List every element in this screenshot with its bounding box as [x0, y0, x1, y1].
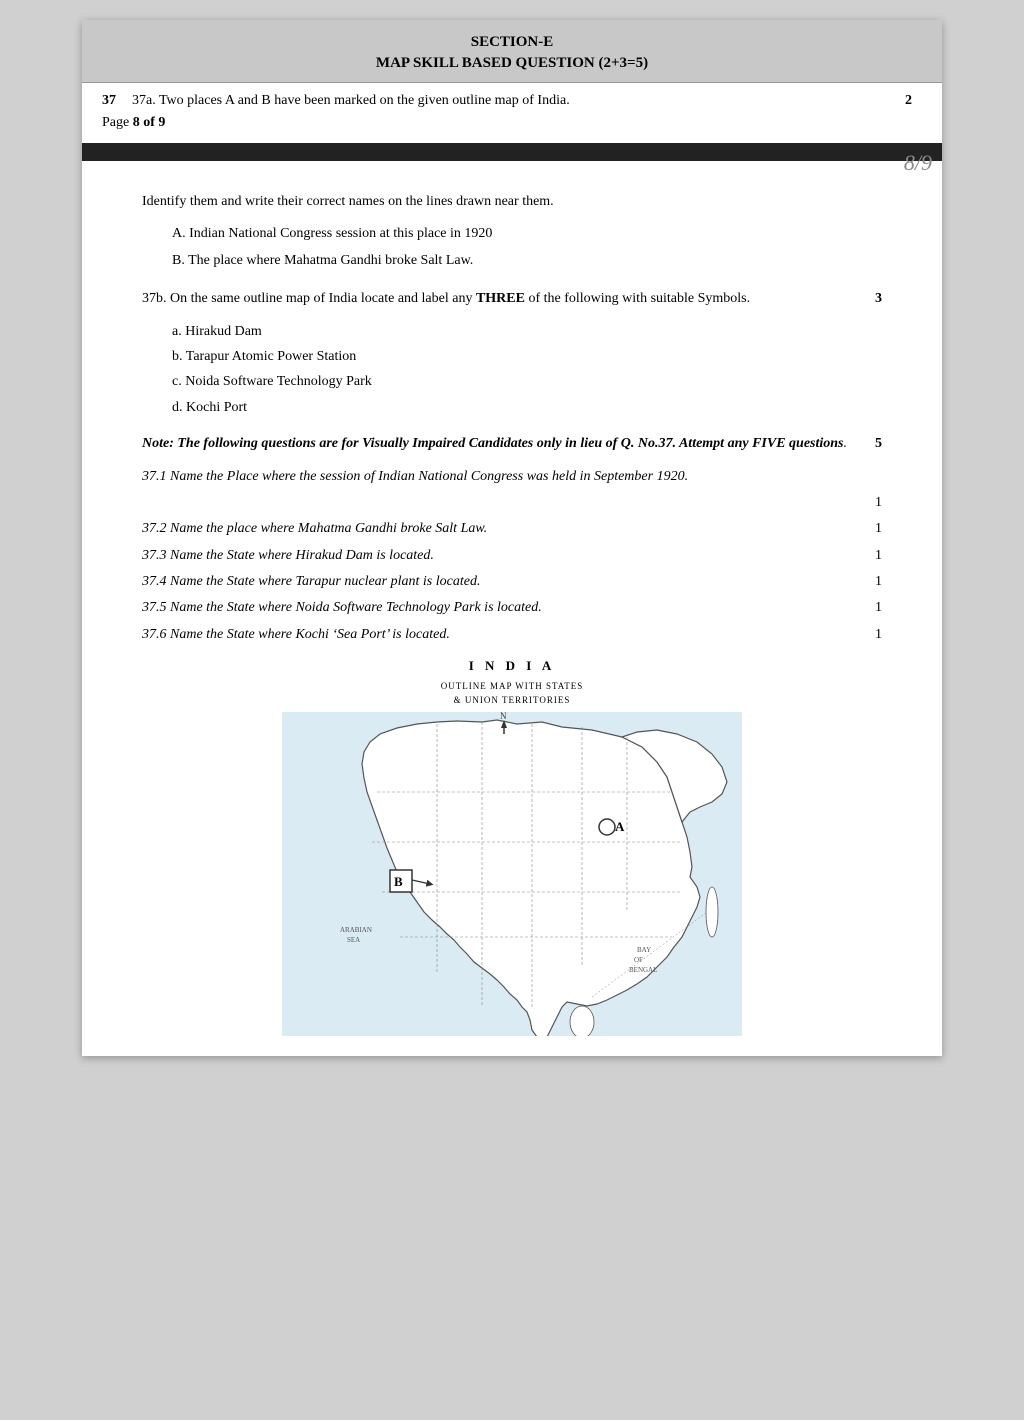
- section-title: SECTION-E: [102, 34, 922, 51]
- vi-q37-4-row: 37.4 Name the State where Tarapur nuclea…: [142, 571, 882, 593]
- svg-text:A: A: [615, 819, 625, 834]
- dark-bar: [82, 143, 942, 161]
- note-row: Note: The following questions are for Vi…: [142, 433, 882, 455]
- q37b-list: a. Hirakud Dam b. Tarapur Atomic Power S…: [172, 321, 882, 420]
- q37b-text: 37b. On the same outline map of India lo…: [142, 288, 862, 309]
- vi-q37-2-marks: 1: [862, 518, 882, 540]
- map-container: I N D I A OUTLINE MAP WITH STATES& UNION…: [142, 656, 882, 1036]
- svg-text:B: B: [394, 874, 403, 889]
- vi-q37-4-marks: 1: [862, 571, 882, 593]
- svg-text:ARABIAN: ARABIAN: [340, 926, 372, 934]
- q37b-item-d: d. Kochi Port: [172, 397, 882, 419]
- q37b-item-b: b. Tarapur Atomic Power Station: [172, 346, 882, 368]
- question-37-row: 37 37a. Two places A and B have been mar…: [82, 83, 942, 113]
- vi-q37-3-row: 37.3 Name the State where Hirakud Dam is…: [142, 545, 882, 567]
- q37b-item-c: c. Noida Software Technology Park: [172, 371, 882, 393]
- q37-marks: 2: [892, 93, 912, 109]
- blank-marks-1: 1: [862, 492, 882, 514]
- svg-text:BENGAL: BENGAL: [629, 966, 657, 974]
- identify-list: A. Indian National Congress session at t…: [172, 223, 882, 272]
- q37b-marks: 3: [862, 288, 882, 310]
- q37-text: 37a. Two places A and B have been marked…: [132, 93, 892, 109]
- map-box: I N D I A OUTLINE MAP WITH STATES& UNION…: [282, 656, 742, 1036]
- section-subtitle: MAP SKILL BASED QUESTION (2+3=5): [102, 55, 922, 72]
- blank-line-1: 1: [142, 492, 882, 514]
- q37b-row: 37b. On the same outline map of India lo…: [142, 288, 882, 310]
- vi-q37-2-text: 37.2 Name the place where Mahatma Gandhi…: [142, 518, 862, 540]
- content-area: Identify them and write their correct na…: [82, 161, 942, 1056]
- vi-q37-5-row: 37.5 Name the State where Noida Software…: [142, 597, 882, 619]
- vi-q37-1-row: 37.1 Name the Place where the session of…: [142, 466, 882, 488]
- page-number-right: 8/9: [904, 150, 932, 176]
- vi-q37-4-text: 37.4 Name the State where Tarapur nuclea…: [142, 571, 862, 593]
- vi-q37-6-marks: 1: [862, 624, 882, 646]
- svg-text:N: N: [500, 712, 507, 721]
- identify-instruction: Identify them and write their correct na…: [142, 191, 882, 213]
- note-marks: 5: [862, 433, 882, 455]
- note-text: Note: The following questions are for Vi…: [142, 433, 862, 454]
- page-wrapper: SECTION-E MAP SKILL BASED QUESTION (2+3=…: [82, 20, 942, 1056]
- svg-text:BAY: BAY: [637, 946, 651, 954]
- svg-text:SEA: SEA: [347, 936, 360, 944]
- svg-text:OF: OF: [634, 956, 643, 964]
- vi-q37-2-row: 37.2 Name the place where Mahatma Gandhi…: [142, 518, 882, 540]
- vi-q37-3-marks: 1: [862, 545, 882, 567]
- vi-q37-5-marks: 1: [862, 597, 882, 619]
- section-header: SECTION-E MAP SKILL BASED QUESTION (2+3=…: [82, 20, 942, 83]
- map-subtitle: OUTLINE MAP WITH STATES& UNION TERRITORI…: [282, 679, 742, 708]
- india-map-svg: A B BAY OF BENGAL: [282, 712, 742, 1036]
- map-title: I N D I A: [282, 656, 742, 677]
- vi-q37-3-text: 37.3 Name the State where Hirakud Dam is…: [142, 545, 862, 567]
- vi-q37-6-row: 37.6 Name the State where Kochi ‘Sea Por…: [142, 624, 882, 646]
- page-bold: 8 of 9: [133, 115, 166, 130]
- page-indicator: Page 8 of 9: [82, 113, 942, 139]
- vi-q37-6-text: 37.6 Name the State where Kochi ‘Sea Por…: [142, 624, 862, 646]
- vi-q37-5-text: 37.5 Name the State where Noida Software…: [142, 597, 862, 619]
- vi-q37-1-text: 37.1 Name the Place where the session of…: [142, 466, 862, 488]
- q37-number: 37: [102, 93, 132, 109]
- q37b-item-a: a. Hirakud Dam: [172, 321, 882, 343]
- identify-item-b: B. The place where Mahatma Gandhi broke …: [172, 250, 882, 272]
- identify-item-a: A. Indian National Congress session at t…: [172, 223, 882, 245]
